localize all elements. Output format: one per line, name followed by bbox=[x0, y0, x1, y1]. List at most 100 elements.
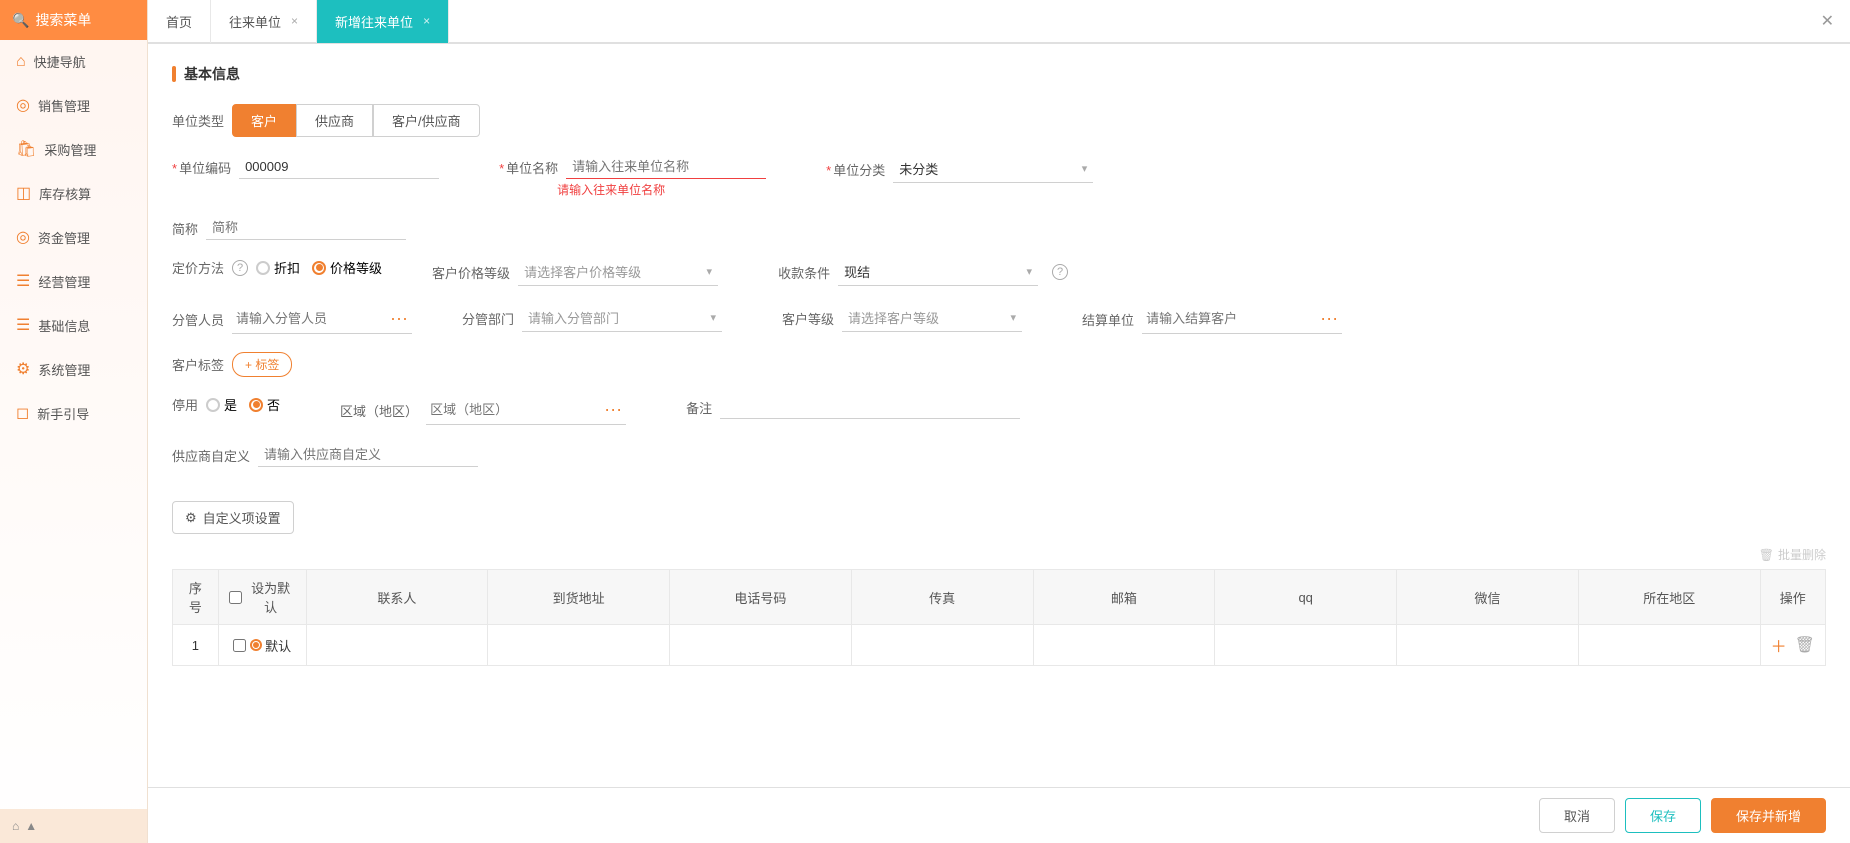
payment-help-icon[interactable]: ? bbox=[1052, 264, 1068, 280]
sidebar-item-sales[interactable]: ◎ 销售管理 bbox=[0, 83, 147, 127]
phone-input[interactable] bbox=[680, 638, 841, 653]
tab-home[interactable]: 首页 bbox=[148, 0, 211, 43]
col-fax: 传真 bbox=[851, 570, 1033, 625]
tab-bar: 首页 往来单位 × 新增往来单位 × ✕ bbox=[148, 0, 1850, 44]
unit-code-input[interactable] bbox=[239, 155, 439, 179]
customer-price-group: 客户价格等级 请选择客户价格等级 ▾ bbox=[432, 258, 718, 286]
sidebar-bottom: ⌂ ▲ bbox=[0, 809, 147, 843]
col-actions: 操作 bbox=[1760, 570, 1825, 625]
cell-fax[interactable] bbox=[851, 625, 1033, 666]
settings-btn-label: 自定义项设置 bbox=[203, 508, 281, 527]
unit-category-value: 未分类 bbox=[899, 159, 1081, 178]
cancel-button[interactable]: 取消 bbox=[1539, 798, 1615, 833]
window-close-button[interactable]: ✕ bbox=[1805, 0, 1850, 43]
sidebar-item-inventory[interactable]: ◫ 库存核算 bbox=[0, 171, 147, 215]
table-header: 序号 设为默认 联系人 到货地址 电话号码 传真 邮箱 qq 微信 所在地区 bbox=[173, 570, 1826, 625]
unit-btn-both[interactable]: 客户/供应商 bbox=[373, 104, 480, 137]
settle-input[interactable] bbox=[1146, 311, 1320, 326]
region-input-wrapper: ··· bbox=[426, 395, 626, 425]
pricing-help-icon[interactable]: ? bbox=[232, 260, 248, 276]
default-radio[interactable] bbox=[250, 639, 262, 651]
payment-select[interactable]: 现结 ▾ bbox=[838, 258, 1038, 286]
customer-price-select[interactable]: 请选择客户价格等级 ▾ bbox=[518, 258, 718, 286]
dept-select[interactable]: 请输入分管部门 ▾ bbox=[522, 304, 722, 332]
col-address: 到货地址 bbox=[488, 570, 670, 625]
payment-group: 收款条件 现结 ▾ ? bbox=[778, 258, 1068, 286]
unit-type-group: 单位类型 客户 供应商 客户/供应商 bbox=[172, 104, 480, 137]
cell-contact[interactable] bbox=[306, 625, 488, 666]
manager-input[interactable] bbox=[236, 311, 390, 326]
fax-input[interactable] bbox=[862, 638, 1023, 653]
cell-qq[interactable] bbox=[1215, 625, 1397, 666]
pricing-discount-radio[interactable]: 折扣 bbox=[256, 258, 300, 277]
sidebar-label: 资金管理 bbox=[38, 228, 90, 247]
row-add-button[interactable]: ＋ bbox=[1771, 633, 1787, 657]
save-button[interactable]: 保存 bbox=[1625, 798, 1701, 833]
cell-region[interactable] bbox=[1578, 625, 1760, 666]
tab-contacts[interactable]: 往来单位 × bbox=[211, 0, 317, 43]
select-all-checkbox[interactable] bbox=[229, 591, 242, 604]
add-tag-button[interactable]: + 标签 bbox=[232, 352, 292, 377]
settings-button[interactable]: ⚙ 自定义项设置 bbox=[172, 501, 294, 534]
stop-yes-radio[interactable]: 是 bbox=[206, 395, 237, 414]
row-delete-button[interactable]: 🗑 bbox=[1795, 635, 1815, 655]
grade-placeholder: 请选择客户等级 bbox=[848, 308, 1006, 327]
sidebar-item-quick-nav[interactable]: ⌂ 快捷导航 bbox=[0, 40, 147, 83]
search-icon: 🔍 bbox=[12, 12, 29, 29]
search-menu-label: 搜索菜单 bbox=[35, 10, 91, 30]
unit-name-input[interactable] bbox=[566, 155, 766, 179]
pricing-row: 定价方法 ? 折扣 价格等级 bbox=[172, 258, 1826, 286]
stop-no-circle bbox=[249, 398, 263, 412]
row-region-input[interactable] bbox=[1589, 638, 1750, 653]
cell-default: 默认 bbox=[218, 625, 306, 666]
supplier-custom-input[interactable] bbox=[258, 443, 478, 467]
sidebar-label: 采购管理 bbox=[44, 140, 96, 159]
sidebar-item-operation[interactable]: ☰ 经营管理 bbox=[0, 259, 147, 303]
manager-more-icon[interactable]: ··· bbox=[390, 308, 408, 329]
sidebar-item-newbie[interactable]: ◻ 新手引导 bbox=[0, 391, 147, 435]
unit-code-label: *单位编码 bbox=[172, 158, 231, 177]
sidebar-item-finance[interactable]: ◎ 资金管理 bbox=[0, 215, 147, 259]
abbr-group: 简称 bbox=[172, 216, 406, 240]
save-and-add-button[interactable]: 保存并新增 bbox=[1711, 798, 1826, 833]
stop-group: 停用 是 否 bbox=[172, 395, 280, 414]
tab-new-contact[interactable]: 新增往来单位 × bbox=[317, 0, 449, 43]
qq-input[interactable] bbox=[1225, 638, 1386, 653]
unit-btn-supplier[interactable]: 供应商 bbox=[296, 104, 373, 137]
remark-input[interactable] bbox=[720, 395, 1020, 419]
grade-select[interactable]: 请选择客户等级 ▾ bbox=[842, 304, 1022, 332]
cell-phone[interactable] bbox=[670, 625, 852, 666]
tab-new-contact-close[interactable]: × bbox=[423, 14, 430, 28]
contact-input[interactable] bbox=[317, 638, 478, 653]
col-email: 邮箱 bbox=[1033, 570, 1215, 625]
pricing-grade-radio[interactable]: 价格等级 bbox=[312, 258, 382, 277]
manager-input-wrapper: ··· bbox=[232, 304, 412, 334]
tab-contacts-close[interactable]: × bbox=[291, 14, 298, 28]
unit-category-select[interactable]: 未分类 ▾ bbox=[893, 155, 1093, 183]
contact-table: 序号 设为默认 联系人 到货地址 电话号码 传真 邮箱 qq 微信 所在地区 bbox=[172, 569, 1826, 666]
region-more-icon[interactable]: ··· bbox=[604, 399, 622, 420]
wechat-input[interactable] bbox=[1407, 638, 1568, 653]
supplier-custom-label: 供应商自定义 bbox=[172, 446, 250, 465]
settle-more-icon[interactable]: ··· bbox=[1320, 308, 1338, 329]
row-checkbox[interactable] bbox=[233, 639, 246, 652]
unit-code-row: *单位编码 *单位名称 请输入往来单位名称 bbox=[172, 155, 1826, 198]
unit-btn-customer[interactable]: 客户 bbox=[232, 104, 296, 137]
sidebar-item-system[interactable]: ⚙ 系统管理 bbox=[0, 347, 147, 391]
cell-address[interactable] bbox=[488, 625, 670, 666]
address-input[interactable] bbox=[498, 638, 659, 653]
region-input[interactable] bbox=[430, 402, 604, 417]
email-input[interactable] bbox=[1044, 638, 1205, 653]
sidebar: 🔍 搜索菜单 ⌂ 快捷导航 ◎ 销售管理 🛍 采购管理 ◫ 库存核算 ◎ 资金管… bbox=[0, 0, 148, 843]
stop-no-radio[interactable]: 否 bbox=[249, 395, 280, 414]
sidebar-item-purchase[interactable]: 🛍 采购管理 bbox=[0, 127, 147, 171]
section-title-text: 基本信息 bbox=[184, 64, 240, 84]
unit-type-label: 单位类型 bbox=[172, 111, 224, 130]
sidebar-item-basic[interactable]: ☰ 基础信息 bbox=[0, 303, 147, 347]
search-menu-button[interactable]: 🔍 搜索菜单 bbox=[0, 0, 147, 40]
cell-wechat[interactable] bbox=[1397, 625, 1579, 666]
abbr-label: 简称 bbox=[172, 219, 198, 238]
abbr-input[interactable] bbox=[206, 216, 406, 240]
col-region: 所在地区 bbox=[1578, 570, 1760, 625]
cell-email[interactable] bbox=[1033, 625, 1215, 666]
